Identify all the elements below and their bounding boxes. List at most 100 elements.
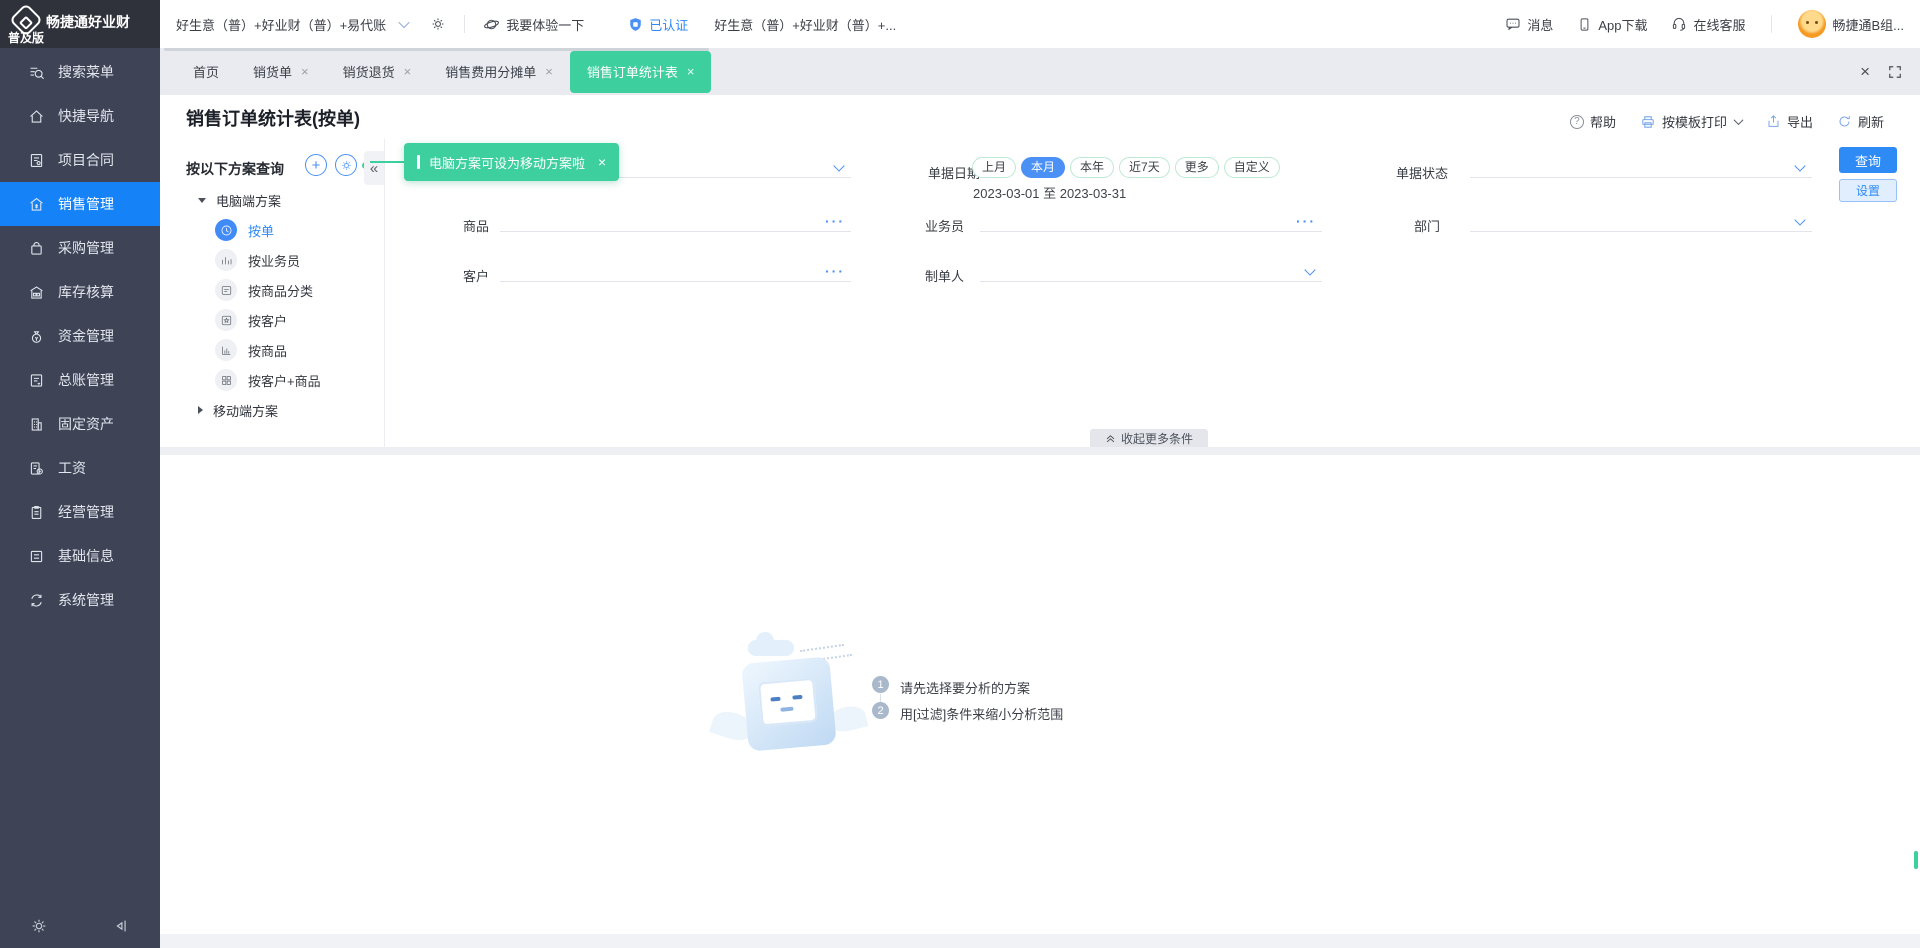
tree-item-by-customer[interactable]: 按客户	[160, 305, 383, 335]
scheme-settings-button[interactable]	[335, 154, 357, 176]
product-selector-label: 好生意（普）+好业财（普）+易代账	[176, 17, 387, 33]
logo-block: 畅捷通好业财 普及版	[0, 0, 160, 48]
export-icon	[1768, 115, 1779, 127]
tooltip-close-icon[interactable]: ×	[598, 154, 606, 170]
tree-item-by-salesman[interactable]: 按业务员	[160, 245, 383, 275]
tree-item-label: 按商品	[248, 343, 288, 359]
creator-field[interactable]	[980, 256, 1322, 282]
tab-home[interactable]: 首页	[176, 51, 236, 93]
query-button[interactable]: 查询	[1839, 147, 1897, 173]
tab-close-icon[interactable]: ×	[301, 65, 309, 78]
tree-item-label: 按商品分类	[248, 283, 314, 299]
date-option-this-month[interactable]: 本月	[1021, 157, 1066, 178]
department-field[interactable]	[1470, 206, 1812, 232]
tree-item-by-order[interactable]: 按单	[160, 215, 383, 245]
product-selector-chevron[interactable]	[398, 16, 410, 29]
tab-close-icon[interactable]: ×	[545, 65, 553, 78]
star-badge-icon	[215, 309, 237, 331]
tab-label: 销售订单统计表	[586, 65, 678, 80]
sidebar-item-label: 项目合同	[58, 152, 114, 168]
product-field[interactable]: ···	[500, 206, 851, 232]
sidebar-item-project-contract[interactable]: 项目合同	[0, 138, 160, 182]
sync-icon	[31, 594, 42, 606]
customer-field[interactable]: ···	[500, 256, 851, 282]
tab-sales-expense[interactable]: 销售费用分摊单 ×	[428, 51, 570, 93]
date-option-more[interactable]: 更多	[1174, 157, 1219, 178]
app-download-button[interactable]: App下载	[1577, 15, 1647, 34]
sidebar-item-inventory-accounting[interactable]: 库存核算	[0, 270, 160, 314]
help-button[interactable]: ? 帮助	[1569, 112, 1616, 131]
tab-sales-return[interactable]: 销货退货 ×	[326, 51, 429, 93]
customer-label: 客户	[463, 269, 490, 284]
settings-gear-icon[interactable]	[30, 917, 48, 935]
more-options-icon[interactable]: ···	[825, 264, 845, 278]
date-option-last-7-days[interactable]: 近7天	[1119, 157, 1170, 178]
sidebar-item-quick-nav[interactable]: 快捷导航	[0, 94, 160, 138]
topbar-settings-button[interactable]	[430, 16, 446, 32]
sidebar-item-payroll[interactable]: 工资	[0, 446, 160, 490]
panel-collapse-handle[interactable]: «	[364, 151, 384, 185]
refresh-button[interactable]: 刷新	[1837, 112, 1884, 131]
sales-icon	[30, 197, 43, 211]
sidebar-item-operation-management[interactable]: 经营管理	[0, 490, 160, 534]
tree-group-desktop-schemes[interactable]: 电脑端方案	[160, 185, 383, 215]
top-bar: 畅捷通好业财 普及版 好生意（普）+好业财（普）+易代账 我要体验一下 已认证 …	[0, 0, 1920, 48]
messages-button[interactable]: 消息	[1505, 15, 1553, 34]
user-menu[interactable]: 畅捷通B组...	[1798, 10, 1904, 38]
sidebar-item-label: 搜索菜单	[58, 64, 114, 80]
sidebar-item-system-management[interactable]: 系统管理	[0, 578, 160, 622]
tree-item-by-product-category[interactable]: 按商品分类	[160, 275, 383, 305]
page-actions: ? 帮助 按模板打印 导出 刷新	[1569, 112, 1884, 131]
more-options-icon[interactable]: ···	[1296, 214, 1316, 228]
chevron-down-icon[interactable]	[1794, 214, 1806, 226]
certified-badge[interactable]: 已认证	[628, 15, 688, 34]
tree-item-by-product[interactable]: 按商品	[160, 335, 383, 365]
tab-close-icon[interactable]: ×	[404, 65, 412, 78]
salesman-field[interactable]: ···	[980, 206, 1322, 232]
vertical-scrollbar-thumb[interactable]	[1914, 851, 1918, 869]
status-field[interactable]	[1470, 152, 1812, 178]
date-option-this-year[interactable]: 本年	[1070, 157, 1115, 178]
chevron-down-icon[interactable]	[1794, 160, 1806, 172]
settings-button[interactable]: 设置	[1839, 179, 1897, 202]
fullscreen-icon[interactable]	[1888, 65, 1902, 79]
collapse-filters-bar[interactable]: 收起更多条件	[1090, 429, 1208, 447]
account-summary: 好生意（普）+好业财（普）+...	[714, 15, 896, 34]
date-range-value: 2023-03-01 至 2023-03-31	[973, 186, 1127, 201]
online-support-button[interactable]: 在线客服	[1671, 15, 1745, 34]
sidebar-item-label: 工资	[58, 460, 86, 476]
chevron-down-icon[interactable]	[1304, 264, 1316, 276]
export-label: 导出	[1786, 115, 1813, 130]
sidebar-item-funds-management[interactable]: 资金管理	[0, 314, 160, 358]
print-by-template-button[interactable]: 按模板打印	[1640, 112, 1744, 131]
tree-group-mobile-schemes[interactable]: 移动端方案	[160, 395, 383, 425]
topbar-divider	[1771, 15, 1773, 33]
sidebar-item-label: 采购管理	[58, 240, 114, 256]
tab-close-icon[interactable]: ×	[687, 65, 695, 78]
collapse-sidebar-icon[interactable]	[112, 917, 130, 935]
tab-sales-order[interactable]: 销货单 ×	[236, 51, 326, 93]
sidebar-item-fixed-assets[interactable]: 固定资产	[0, 402, 160, 446]
more-options-icon[interactable]: ···	[825, 214, 845, 228]
sidebar-item-general-ledger[interactable]: 总账管理	[0, 358, 160, 402]
close-all-tabs-icon[interactable]: ×	[1860, 63, 1870, 80]
tab-sales-order-stats[interactable]: 销售订单统计表 ×	[569, 50, 712, 93]
sidebar-item-search-menu[interactable]: 搜索菜单	[0, 50, 160, 94]
experience-button[interactable]: 我要体验一下	[483, 15, 584, 34]
tab-label: 销售费用分摊单	[445, 65, 537, 80]
add-scheme-button[interactable]: +	[305, 154, 327, 176]
sidebar-item-base-info[interactable]: 基础信息	[0, 534, 160, 578]
tree-item-by-customer-product[interactable]: 按客户+商品	[160, 365, 383, 395]
topbar-divider	[464, 15, 466, 33]
date-option-last-month[interactable]: 上月	[972, 157, 1017, 178]
chevron-down-icon[interactable]	[833, 160, 845, 172]
step-number-badge: 2	[872, 702, 889, 719]
export-button[interactable]: 导出	[1766, 112, 1813, 131]
collapse-filters-label: 收起更多条件	[1120, 431, 1193, 446]
product-selector[interactable]: 好生意（普）+好业财（普）+易代账	[176, 15, 386, 34]
sidebar-item-purchase-management[interactable]: 采购管理	[0, 226, 160, 270]
sidebar-item-sales-management[interactable]: 销售管理	[0, 182, 160, 226]
date-option-custom[interactable]: 自定义	[1223, 157, 1280, 178]
chevron-down-icon[interactable]	[1733, 115, 1744, 126]
tab-scroll-indicator[interactable]	[164, 48, 709, 51]
